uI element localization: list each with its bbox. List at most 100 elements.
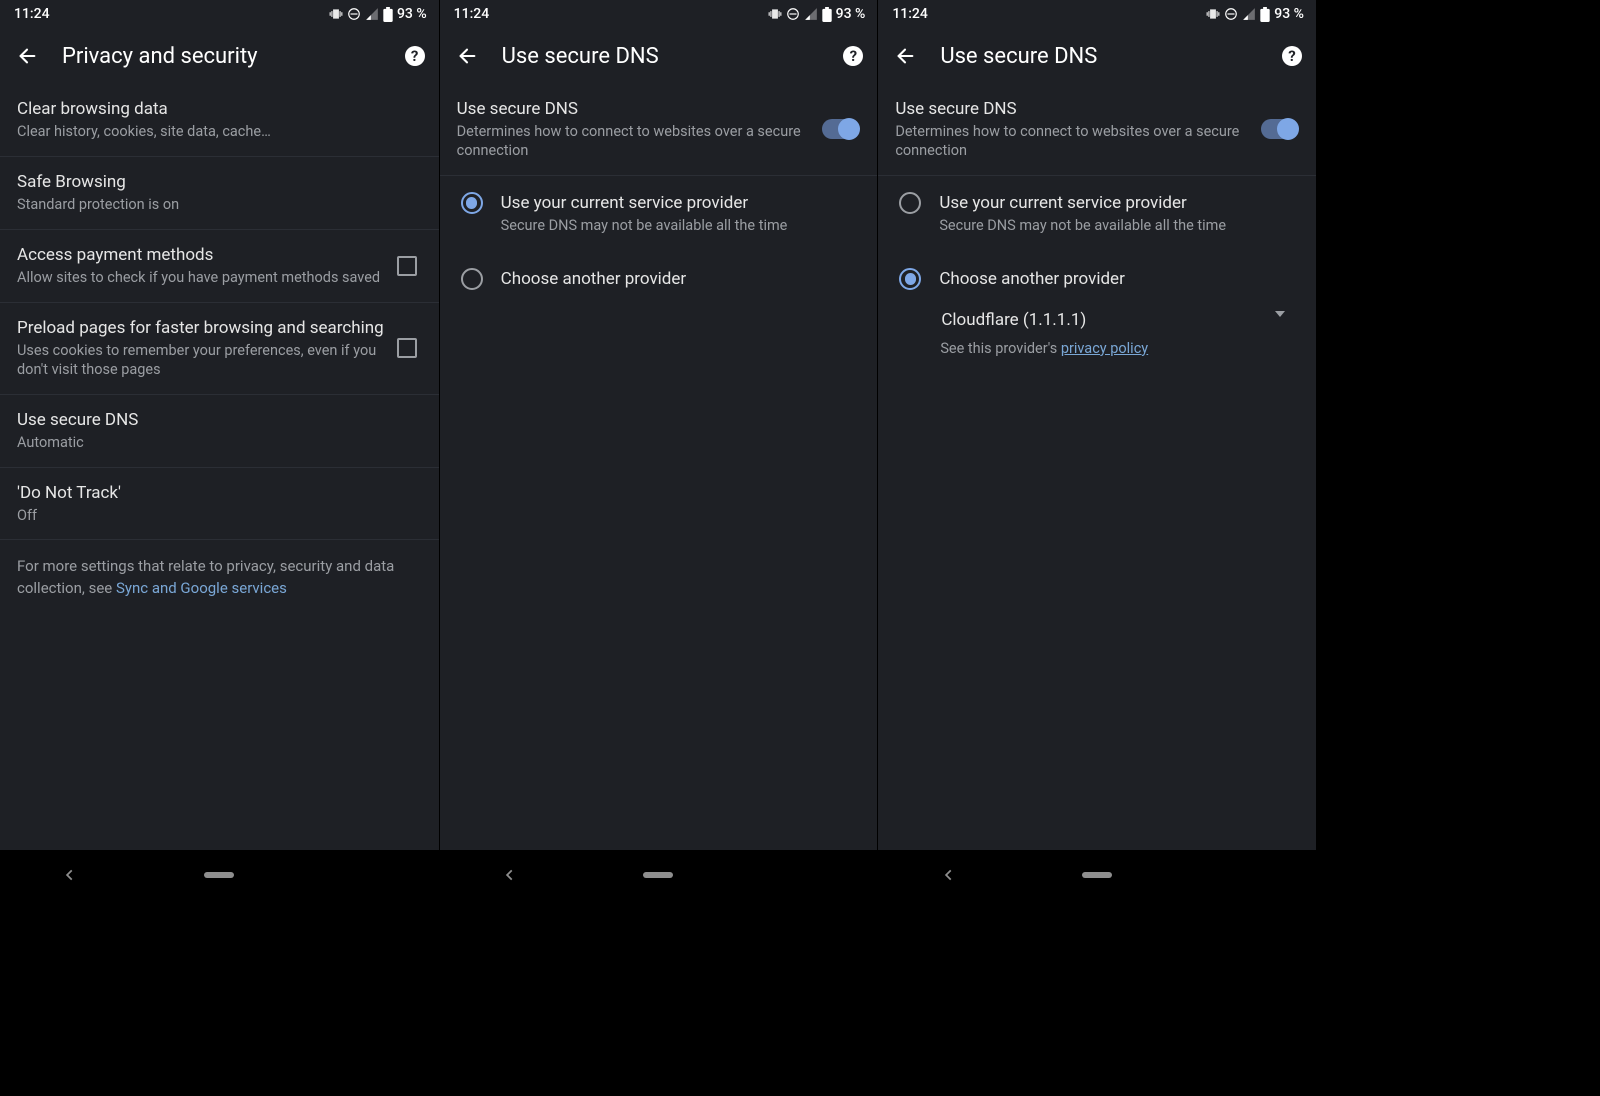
status-bar: 11:24 93 % (878, 0, 1316, 28)
secure-dns-toggle[interactable] (1261, 119, 1297, 139)
status-time: 11:24 (14, 6, 50, 22)
sync-services-link[interactable]: Sync and Google services (116, 579, 287, 597)
nav-home-pill[interactable] (1082, 872, 1112, 878)
radio-choose-another[interactable] (899, 268, 921, 290)
pane-secure-dns-custom: 11:24 93 % Use secure DNS ? Use secure D… (877, 0, 1316, 900)
back-icon[interactable] (456, 45, 478, 67)
nav-back-icon[interactable] (503, 868, 517, 882)
option-title: Choose another provider (501, 268, 861, 290)
page-title: Use secure DNS (502, 44, 820, 69)
status-right: 93 % (768, 6, 866, 22)
provider-selected: Cloudflare (1.1.1.1) (941, 309, 1239, 331)
nav-bar (0, 850, 439, 900)
radio-current-provider[interactable] (461, 192, 483, 214)
status-right: 93 % (1206, 6, 1304, 22)
nav-home-pill[interactable] (204, 872, 234, 878)
option-current-provider[interactable]: Use your current service provider Secure… (878, 176, 1316, 252)
item-do-not-track[interactable]: 'Do Not Track' Off (0, 468, 439, 541)
policy-text: See this provider's (940, 340, 1061, 357)
preload-checkbox[interactable] (397, 338, 417, 358)
nav-bar (440, 850, 878, 900)
toggle-subtitle: Determines how to connect to websites ov… (457, 123, 811, 161)
status-battery-pct: 93 % (397, 6, 427, 22)
option-title: Use your current service provider (939, 192, 1299, 214)
option-title: Choose another provider (939, 268, 1299, 290)
option-choose-another[interactable]: Choose another provider (440, 252, 878, 306)
privacy-policy-link[interactable]: privacy policy (1061, 340, 1148, 357)
back-icon[interactable] (894, 45, 916, 67)
item-title: Access payment methods (17, 244, 385, 266)
dnd-icon (786, 7, 800, 21)
pane-secure-dns-auto: 11:24 93 % Use secure DNS ? Use secure D… (439, 0, 878, 900)
item-title: Use secure DNS (17, 409, 425, 431)
status-time: 11:24 (892, 6, 928, 22)
help-icon[interactable]: ? (843, 46, 863, 66)
option-subtitle: Secure DNS may not be available all the … (939, 217, 1299, 236)
secure-dns-toggle[interactable] (822, 119, 858, 139)
item-subtitle: Automatic (17, 434, 425, 453)
radio-current-provider[interactable] (899, 192, 921, 214)
nav-back-icon[interactable] (942, 868, 956, 882)
access-payment-checkbox[interactable] (397, 256, 417, 276)
option-choose-another[interactable]: Choose another provider (878, 252, 1316, 294)
option-title: Use your current service provider (501, 192, 861, 214)
item-title: Safe Browsing (17, 171, 425, 193)
help-icon[interactable]: ? (1282, 46, 1302, 66)
app-bar: Use secure DNS ? (440, 28, 878, 84)
app-bar: Privacy and security ? (0, 28, 439, 84)
item-subtitle: Clear history, cookies, site data, cache… (17, 123, 425, 142)
status-battery-pct: 93 % (836, 6, 866, 22)
page-title: Privacy and security (62, 44, 381, 69)
toggle-subtitle: Determines how to connect to websites ov… (895, 123, 1249, 161)
battery-icon (822, 7, 832, 22)
battery-icon (383, 7, 393, 22)
secure-dns-toggle-row[interactable]: Use secure DNS Determines how to connect… (440, 84, 878, 176)
battery-icon (1260, 7, 1270, 22)
radio-choose-another[interactable] (461, 268, 483, 290)
nav-back-icon[interactable] (63, 868, 77, 882)
back-icon[interactable] (16, 45, 38, 67)
status-bar: 11:24 93 % (0, 0, 439, 28)
item-access-payment[interactable]: Access payment methods Allow sites to ch… (0, 230, 439, 303)
vibrate-icon (1206, 7, 1220, 21)
vibrate-icon (329, 7, 343, 21)
app-bar: Use secure DNS ? (878, 28, 1316, 84)
item-safe-browsing[interactable]: Safe Browsing Standard protection is on (0, 157, 439, 230)
pane-privacy-security: 11:24 93 % Privacy and security ? Clear … (0, 0, 439, 900)
nav-bar (878, 850, 1316, 900)
status-battery-pct: 93 % (1274, 6, 1304, 22)
provider-dropdown[interactable]: Cloudflare (1.1.1.1) (940, 300, 1290, 336)
item-preload-pages[interactable]: Preload pages for faster browsing and se… (0, 303, 439, 395)
signal-icon (365, 7, 379, 21)
chevron-down-icon (1275, 311, 1285, 317)
page-title: Use secure DNS (940, 44, 1258, 69)
item-title: Preload pages for faster browsing and se… (17, 317, 385, 339)
item-clear-browsing-data[interactable]: Clear browsing data Clear history, cooki… (0, 84, 439, 157)
signal-icon (1242, 7, 1256, 21)
item-subtitle: Standard protection is on (17, 196, 425, 215)
toggle-title: Use secure DNS (457, 98, 811, 120)
item-title: 'Do Not Track' (17, 482, 425, 504)
settings-list: Clear browsing data Clear history, cooki… (0, 84, 439, 900)
dns-content: Use secure DNS Determines how to connect… (878, 84, 1316, 900)
item-title: Clear browsing data (17, 98, 425, 120)
provider-block: Cloudflare (1.1.1.1) See this provider's… (878, 294, 1316, 365)
status-right: 93 % (329, 6, 427, 22)
toggle-title: Use secure DNS (895, 98, 1249, 120)
secure-dns-toggle-row[interactable]: Use secure DNS Determines how to connect… (878, 84, 1316, 176)
status-bar: 11:24 93 % (440, 0, 878, 28)
item-subtitle: Allow sites to check if you have payment… (17, 269, 385, 288)
item-subtitle: Off (17, 507, 425, 526)
status-time: 11:24 (454, 6, 490, 22)
dns-content: Use secure DNS Determines how to connect… (440, 84, 878, 900)
option-current-provider[interactable]: Use your current service provider Secure… (440, 176, 878, 252)
help-icon[interactable]: ? (405, 46, 425, 66)
dnd-icon (347, 7, 361, 21)
policy-note: See this provider's privacy policy (940, 340, 1290, 359)
nav-home-pill[interactable] (643, 872, 673, 878)
option-subtitle: Secure DNS may not be available all the … (501, 217, 861, 236)
vibrate-icon (768, 7, 782, 21)
item-subtitle: Uses cookies to remember your preference… (17, 342, 385, 380)
footer-note: For more settings that relate to privacy… (0, 540, 439, 616)
item-use-secure-dns[interactable]: Use secure DNS Automatic (0, 395, 439, 468)
